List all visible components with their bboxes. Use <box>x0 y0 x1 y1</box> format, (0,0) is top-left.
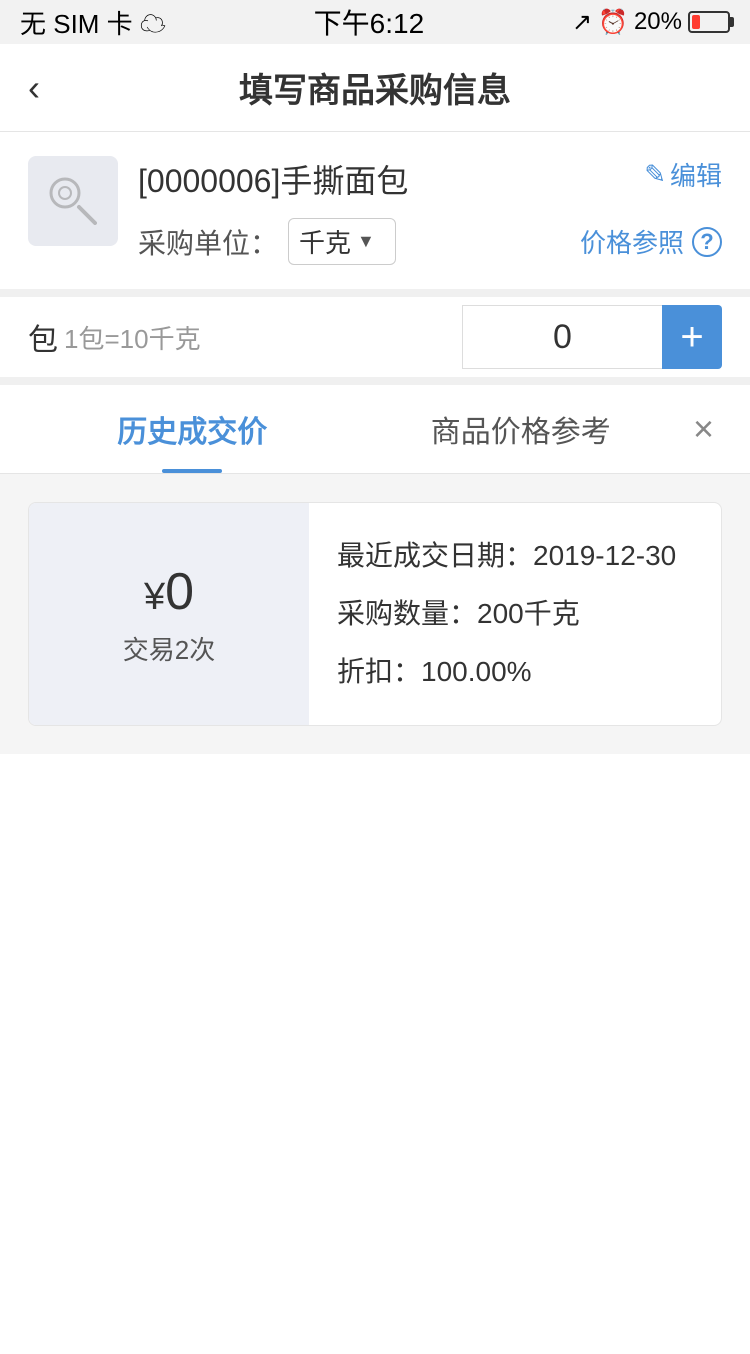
purchase-qty-label: 采购数量： <box>337 598 477 629</box>
discount-row: 折扣：100.00% <box>337 651 693 693</box>
purchase-qty-value: 200千克 <box>477 598 580 629</box>
product-card: [0000006]手撕面包 ✎ 编辑 采购单位： 千克 ▼ 价格参照 ? <box>0 132 750 289</box>
unit-label: 采购单位： <box>138 222 278 262</box>
tabs-header: 历史成交价 商品价格参考 × <box>0 385 750 473</box>
recent-date-label: 最近成交日期： <box>337 540 533 571</box>
currency-symbol: ¥ <box>144 576 165 618</box>
price-right: 最近成交日期：2019-12-30 采购数量：200千克 折扣：100.00% <box>309 503 721 725</box>
sim-status: 无 SIM 卡 ☁ <box>20 4 166 41</box>
product-logo <box>28 156 118 246</box>
quantity-unit: 包 <box>28 315 58 359</box>
tab-close-button[interactable]: × <box>685 400 722 458</box>
product-name: [0000006]手撕面包 <box>138 156 408 202</box>
discount-value: 100.00% <box>421 656 532 687</box>
tab-product-price-ref[interactable]: 商品价格参考 <box>356 385 684 473</box>
back-button[interactable]: ‹ <box>28 67 40 109</box>
status-bar: 无 SIM 卡 ☁ 下午6:12 ↗ ⏰ 20% <box>0 0 750 44</box>
purchase-qty-row: 采购数量：200千克 <box>337 593 693 635</box>
unit-value: 千克 <box>299 223 351 260</box>
quantity-input-wrap: 0 + <box>462 305 722 369</box>
nav-bar: ‹ 填写商品采购信息 <box>0 44 750 132</box>
price-card: ¥0 交易2次 最近成交日期：2019-12-30 采购数量：200千克 折扣：… <box>28 502 722 726</box>
product-header: [0000006]手撕面包 ✎ 编辑 <box>138 156 722 202</box>
price-trades: 交易2次 <box>123 630 215 667</box>
help-icon: ? <box>692 227 722 257</box>
price-left: ¥0 交易2次 <box>29 503 309 725</box>
quantity-plus-button[interactable]: + <box>662 305 722 369</box>
battery-percent: 20% <box>634 8 682 36</box>
edit-icon: ✎ <box>644 159 666 190</box>
quantity-value[interactable]: 0 <box>462 305 662 369</box>
price-amount: ¥0 <box>144 562 194 622</box>
battery-indicator <box>688 11 730 33</box>
battery-bar <box>688 11 730 33</box>
unit-left: 采购单位： 千克 ▼ <box>138 218 396 265</box>
price-value: 0 <box>165 563 194 621</box>
product-info: [0000006]手撕面包 ✎ 编辑 采购单位： 千克 ▼ 价格参照 ? <box>138 156 722 265</box>
tab-history-price[interactable]: 历史成交价 <box>28 385 356 473</box>
discount-label: 折扣： <box>337 656 421 687</box>
product-unit-row: 采购单位： 千克 ▼ 价格参照 ? <box>138 218 722 265</box>
location-icon: ↗ <box>572 8 592 37</box>
recent-date-value: 2019-12-30 <box>533 540 676 571</box>
status-time: 下午6:12 <box>314 2 425 42</box>
status-left: 无 SIM 卡 ☁ <box>20 4 166 41</box>
quantity-label: 包 1包=10千克 <box>28 315 462 359</box>
edit-button[interactable]: ✎ 编辑 <box>644 156 722 193</box>
status-right: ↗ ⏰ 20% <box>572 8 730 37</box>
price-ref-label: 价格参照 <box>580 223 684 260</box>
unit-select[interactable]: 千克 ▼ <box>288 218 396 265</box>
price-card-wrap: ¥0 交易2次 最近成交日期：2019-12-30 采购数量：200千克 折扣：… <box>0 474 750 754</box>
quantity-row: 包 1包=10千克 0 + <box>0 297 750 377</box>
price-ref-button[interactable]: 价格参照 ? <box>580 223 722 260</box>
page-title: 填写商品采购信息 <box>239 63 511 112</box>
quantity-hint: 1包=10千克 <box>64 319 201 356</box>
recent-date-row: 最近成交日期：2019-12-30 <box>337 535 693 577</box>
battery-fill <box>692 15 701 29</box>
edit-label: 编辑 <box>670 156 722 193</box>
dropdown-arrow-icon: ▼ <box>357 231 375 252</box>
tabs-section: 历史成交价 商品价格参考 × <box>0 385 750 474</box>
alarm-icon: ⏰ <box>598 8 628 37</box>
product-logo-icon <box>43 171 103 231</box>
page-rest <box>0 754 750 1354</box>
